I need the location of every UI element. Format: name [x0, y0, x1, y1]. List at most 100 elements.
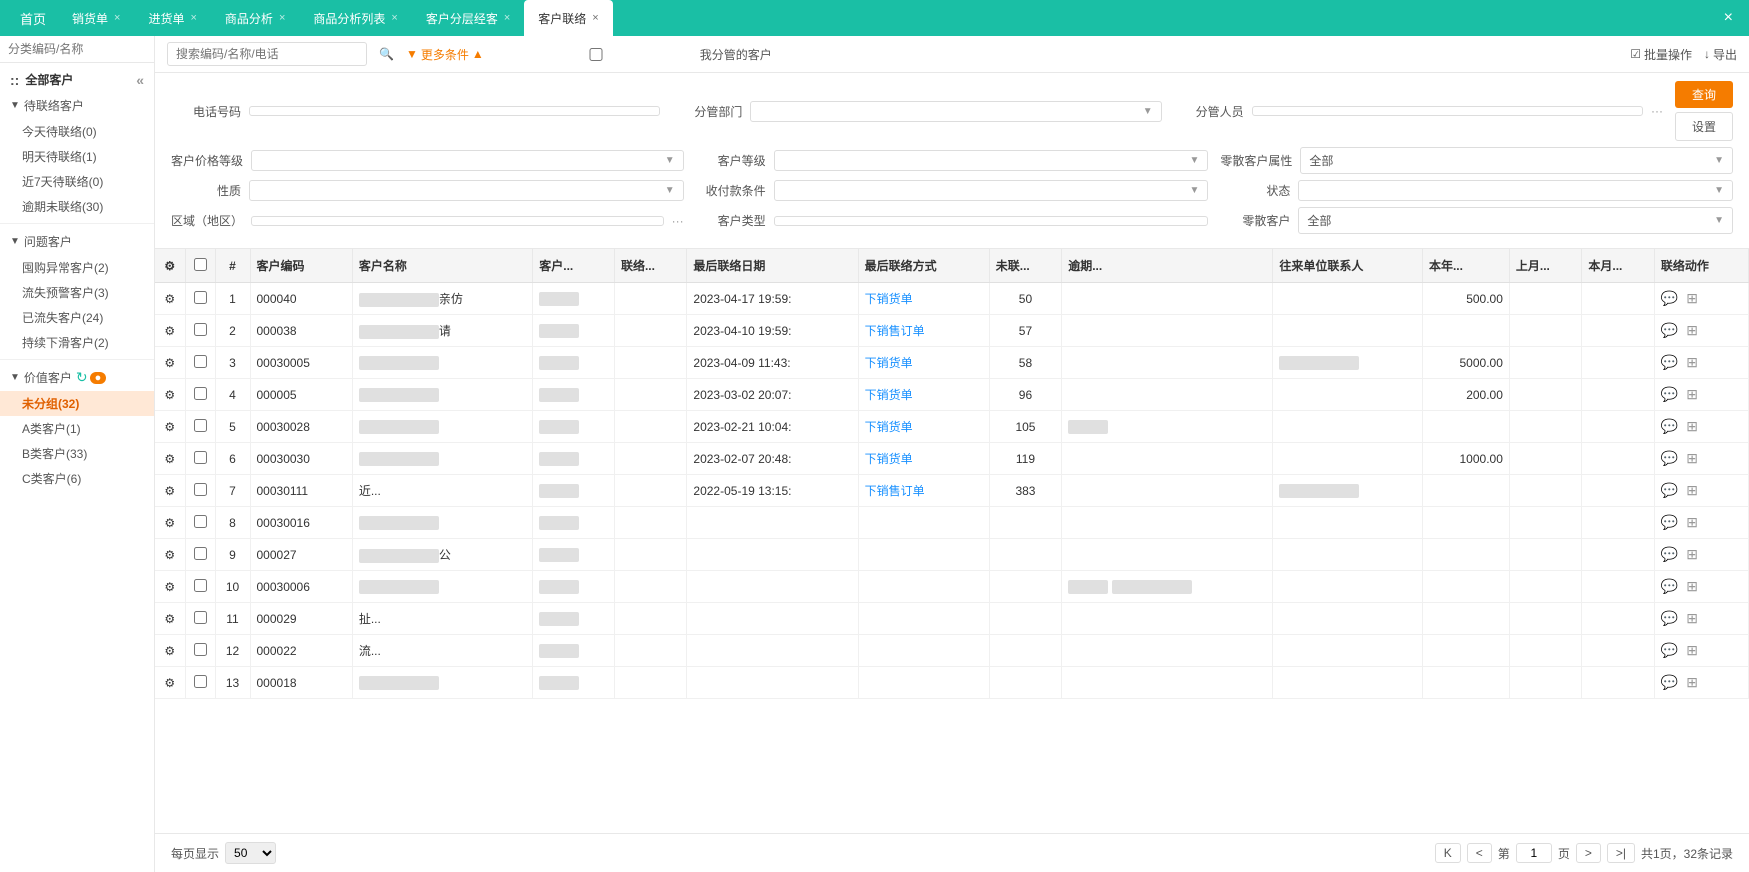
row-checkbox[interactable] [185, 411, 215, 443]
th-last-method[interactable]: 最后联络方式 [858, 249, 989, 283]
last-method-link[interactable]: 下销货单 [865, 388, 913, 402]
sidebar-item-overdue[interactable]: 逾期未联络(30) [0, 194, 154, 219]
sidebar-item-abnormal[interactable]: 囤购异常客户(2) [0, 255, 154, 280]
chat-icon[interactable]: 💬 [1661, 354, 1678, 371]
filter-customer-level-select[interactable]: ▼ [774, 150, 1209, 171]
filter-customer-type-input[interactable] [774, 216, 1209, 226]
row-checkbox[interactable] [185, 571, 215, 603]
th-contact[interactable]: 联络... [614, 249, 686, 283]
th-last-date[interactable]: 最后联络日期 [687, 249, 858, 283]
row-settings[interactable]: ⚙ [155, 347, 185, 379]
tab-product-analysis-close[interactable]: × [279, 12, 285, 24]
grid-action-icon[interactable]: ⊞ [1686, 482, 1698, 499]
row-settings[interactable]: ⚙ [155, 411, 185, 443]
filter-dept-select[interactable]: ▼ [750, 101, 1161, 122]
row-settings[interactable]: ⚙ [155, 539, 185, 571]
grid-action-icon[interactable]: ⊞ [1686, 610, 1698, 627]
th-related-contacts[interactable]: 往来单位联系人 [1273, 249, 1423, 283]
last-page-button[interactable]: >| [1607, 843, 1635, 863]
my-customers-checkbox-label[interactable]: 我分管的客户 [496, 46, 772, 63]
tab-home[interactable]: 首页 [8, 0, 58, 36]
row-settings[interactable]: ⚙ [155, 379, 185, 411]
sidebar-item-today[interactable]: 今天待联络(0) [0, 119, 154, 144]
chat-icon[interactable]: 💬 [1661, 546, 1678, 563]
filter-payment-select[interactable]: ▼ [774, 180, 1209, 201]
tab-purchase-close[interactable]: × [190, 12, 196, 24]
tab-product-analysis[interactable]: 商品分析 × [211, 0, 299, 36]
sidebar-item-7days[interactable]: 近7天待联络(0) [0, 169, 154, 194]
grid-action-icon[interactable]: ⊞ [1686, 450, 1698, 467]
filter-phone-input[interactable] [249, 106, 660, 116]
row-settings[interactable]: ⚙ [155, 475, 185, 507]
grid-action-icon[interactable]: ⊞ [1686, 546, 1698, 563]
select-all-checkbox[interactable] [194, 258, 207, 271]
last-method-link[interactable]: 下销货单 [865, 420, 913, 434]
filter-price-level-select[interactable]: ▼ [251, 150, 684, 171]
tab-product-analysis-list-close[interactable]: × [391, 12, 397, 24]
row-settings[interactable]: ⚙ [155, 667, 185, 699]
row-checkbox[interactable] [185, 379, 215, 411]
reset-button[interactable]: 设置 [1675, 112, 1733, 141]
global-close-button[interactable]: × [1716, 9, 1741, 27]
th-uncontacted[interactable]: 未联... [989, 249, 1061, 283]
filter-nature-select[interactable]: ▼ [249, 180, 684, 201]
row-checkbox[interactable] [185, 283, 215, 315]
row-checkbox[interactable] [185, 539, 215, 571]
row-checkbox[interactable] [185, 603, 215, 635]
more-conditions-button[interactable]: ▼ 更多条件 ▲ [406, 46, 484, 63]
filter-sparse-customer-select[interactable]: 全部 ▼ [1298, 207, 1733, 234]
prev-page-button[interactable]: < [1467, 843, 1492, 863]
chat-icon[interactable]: 💬 [1661, 514, 1678, 531]
th-name[interactable]: 客户名称 [352, 249, 532, 283]
chat-icon[interactable]: 💬 [1661, 610, 1678, 627]
row-settings[interactable]: ⚙ [155, 507, 185, 539]
th-code[interactable]: 客户编码 [250, 249, 352, 283]
grid-action-icon[interactable]: ⊞ [1686, 674, 1698, 691]
per-page-select[interactable]: 50 100 200 [225, 842, 276, 864]
sidebar-item-churned[interactable]: 已流失客户(24) [0, 305, 154, 330]
current-page-input[interactable] [1516, 843, 1552, 863]
search-input[interactable] [167, 42, 367, 66]
grid-action-icon[interactable]: ⊞ [1686, 354, 1698, 371]
chat-icon[interactable]: 💬 [1661, 322, 1678, 339]
sidebar-group-value[interactable]: ▼ 价值客户 ↻ ● [0, 364, 154, 391]
grid-action-icon[interactable]: ⊞ [1686, 386, 1698, 403]
row-checkbox[interactable] [185, 635, 215, 667]
row-settings[interactable]: ⚙ [155, 315, 185, 347]
search-button[interactable]: 🔍 [379, 47, 394, 61]
row-checkbox[interactable] [185, 347, 215, 379]
sidebar-item-c-class[interactable]: C类客户(6) [0, 466, 154, 491]
tab-sales[interactable]: 销货单 × [58, 0, 134, 36]
grid-action-icon[interactable]: ⊞ [1686, 290, 1698, 307]
filter-manager-dots[interactable]: ··· [1651, 104, 1663, 118]
row-checkbox[interactable] [185, 667, 215, 699]
tab-product-analysis-list[interactable]: 商品分析列表 × [299, 0, 411, 36]
tab-sales-close[interactable]: × [114, 12, 120, 24]
grid-action-icon[interactable]: ⊞ [1686, 642, 1698, 659]
refresh-icon[interactable]: ↻ [76, 369, 88, 386]
sidebar-item-churn-risk[interactable]: 流失预警客户(3) [0, 280, 154, 305]
th-this-year[interactable]: 本年... [1422, 249, 1509, 283]
chat-icon[interactable]: 💬 [1661, 450, 1678, 467]
chat-icon[interactable]: 💬 [1661, 418, 1678, 435]
row-checkbox[interactable] [185, 443, 215, 475]
export-button[interactable]: ↓ 导出 [1704, 46, 1737, 63]
grid-action-icon[interactable]: ⊞ [1686, 514, 1698, 531]
last-method-link[interactable]: 下销货单 [865, 452, 913, 466]
th-last-month[interactable]: 上月... [1509, 249, 1581, 283]
tab-customer-segment-close[interactable]: × [504, 12, 510, 24]
row-settings[interactable]: ⚙ [155, 635, 185, 667]
query-button[interactable]: 查询 [1675, 81, 1733, 108]
chat-icon[interactable]: 💬 [1661, 386, 1678, 403]
sidebar-group-pending[interactable]: ▼ 待联络客户 [0, 92, 154, 119]
row-checkbox[interactable] [185, 475, 215, 507]
row-settings[interactable]: ⚙ [155, 603, 185, 635]
row-settings[interactable]: ⚙ [155, 283, 185, 315]
next-page-button[interactable]: > [1576, 843, 1601, 863]
th-this-month[interactable]: 本月... [1582, 249, 1654, 283]
filter-manager-input[interactable] [1252, 106, 1643, 116]
grid-action-icon[interactable]: ⊞ [1686, 322, 1698, 339]
sidebar-item-tomorrow[interactable]: 明天待联络(1) [0, 144, 154, 169]
my-customers-checkbox[interactable] [496, 48, 696, 61]
th-checkbox[interactable] [185, 249, 215, 283]
